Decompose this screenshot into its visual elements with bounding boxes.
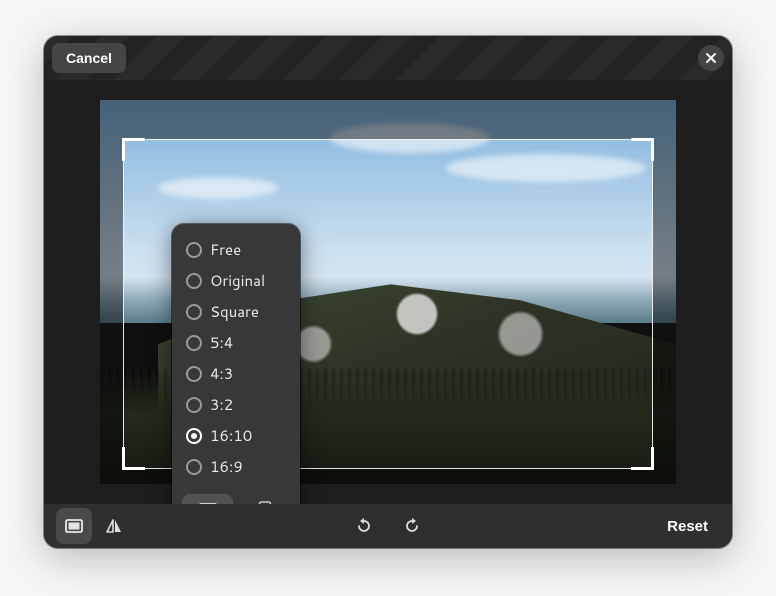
flip-button[interactable] (96, 508, 132, 544)
radio-icon (186, 459, 202, 475)
aspect-option-label: 4:3 (210, 363, 233, 384)
radio-icon (186, 428, 202, 444)
bottom-toolbar: Reset (44, 504, 732, 548)
rotate-right-button[interactable] (394, 508, 430, 544)
orientation-landscape-button[interactable] (182, 494, 233, 504)
crop-handle-bl[interactable] (122, 447, 145, 470)
aspect-option[interactable]: 16:9 (176, 451, 296, 482)
crop-handle-tl[interactable] (122, 138, 145, 161)
radio-icon (186, 335, 202, 351)
crop-handle-tr[interactable] (631, 138, 654, 161)
aspect-option[interactable]: Free (176, 234, 296, 265)
aspect-option[interactable]: 16:10 (176, 420, 296, 451)
titlebar: Cancel (44, 36, 732, 80)
aspect-option-label: 16:9 (210, 456, 243, 477)
radio-icon (186, 304, 202, 320)
radio-icon (186, 242, 202, 258)
reset-button[interactable]: Reset (655, 510, 720, 543)
aspect-ratio-popover: Free Original Square 5:4 4:3 3:2 16:10 16:9 (172, 224, 300, 504)
radio-icon (186, 273, 202, 289)
crop-handle-br[interactable] (631, 447, 654, 470)
rotate-left-button[interactable] (346, 508, 382, 544)
close-icon (705, 52, 717, 64)
cancel-button[interactable]: Cancel (52, 43, 126, 73)
aspect-option[interactable]: 5:4 (176, 327, 296, 358)
aspect-option-label: 5:4 (210, 332, 233, 353)
aspect-ratio-button[interactable] (56, 508, 92, 544)
rotate-cw-icon (403, 517, 421, 535)
radio-icon (186, 397, 202, 413)
aspect-option[interactable]: Square (176, 296, 296, 327)
aspect-option-label: Square (210, 301, 259, 322)
orientation-portrait-button[interactable] (239, 494, 290, 504)
landscape-icon (198, 502, 218, 504)
close-button[interactable] (698, 45, 724, 71)
radio-icon (186, 366, 202, 382)
aspect-option-label: 3:2 (210, 394, 233, 415)
crop-editor-window: Cancel (44, 36, 732, 548)
canvas-area: Free Original Square 5:4 4:3 3:2 16:10 16:9 (44, 80, 732, 504)
aspect-option-label: 16:10 (210, 425, 252, 446)
aspect-option[interactable]: Original (176, 265, 296, 296)
flip-horizontal-icon (105, 518, 123, 534)
portrait-icon (258, 501, 272, 504)
aspect-option-label: Original (210, 270, 265, 291)
aspect-ratio-icon (65, 519, 83, 533)
aspect-option-label: Free (210, 239, 241, 260)
aspect-option[interactable]: 4:3 (176, 358, 296, 389)
aspect-option[interactable]: 3:2 (176, 389, 296, 420)
orientation-row (176, 490, 296, 504)
rotate-ccw-icon (355, 517, 373, 535)
